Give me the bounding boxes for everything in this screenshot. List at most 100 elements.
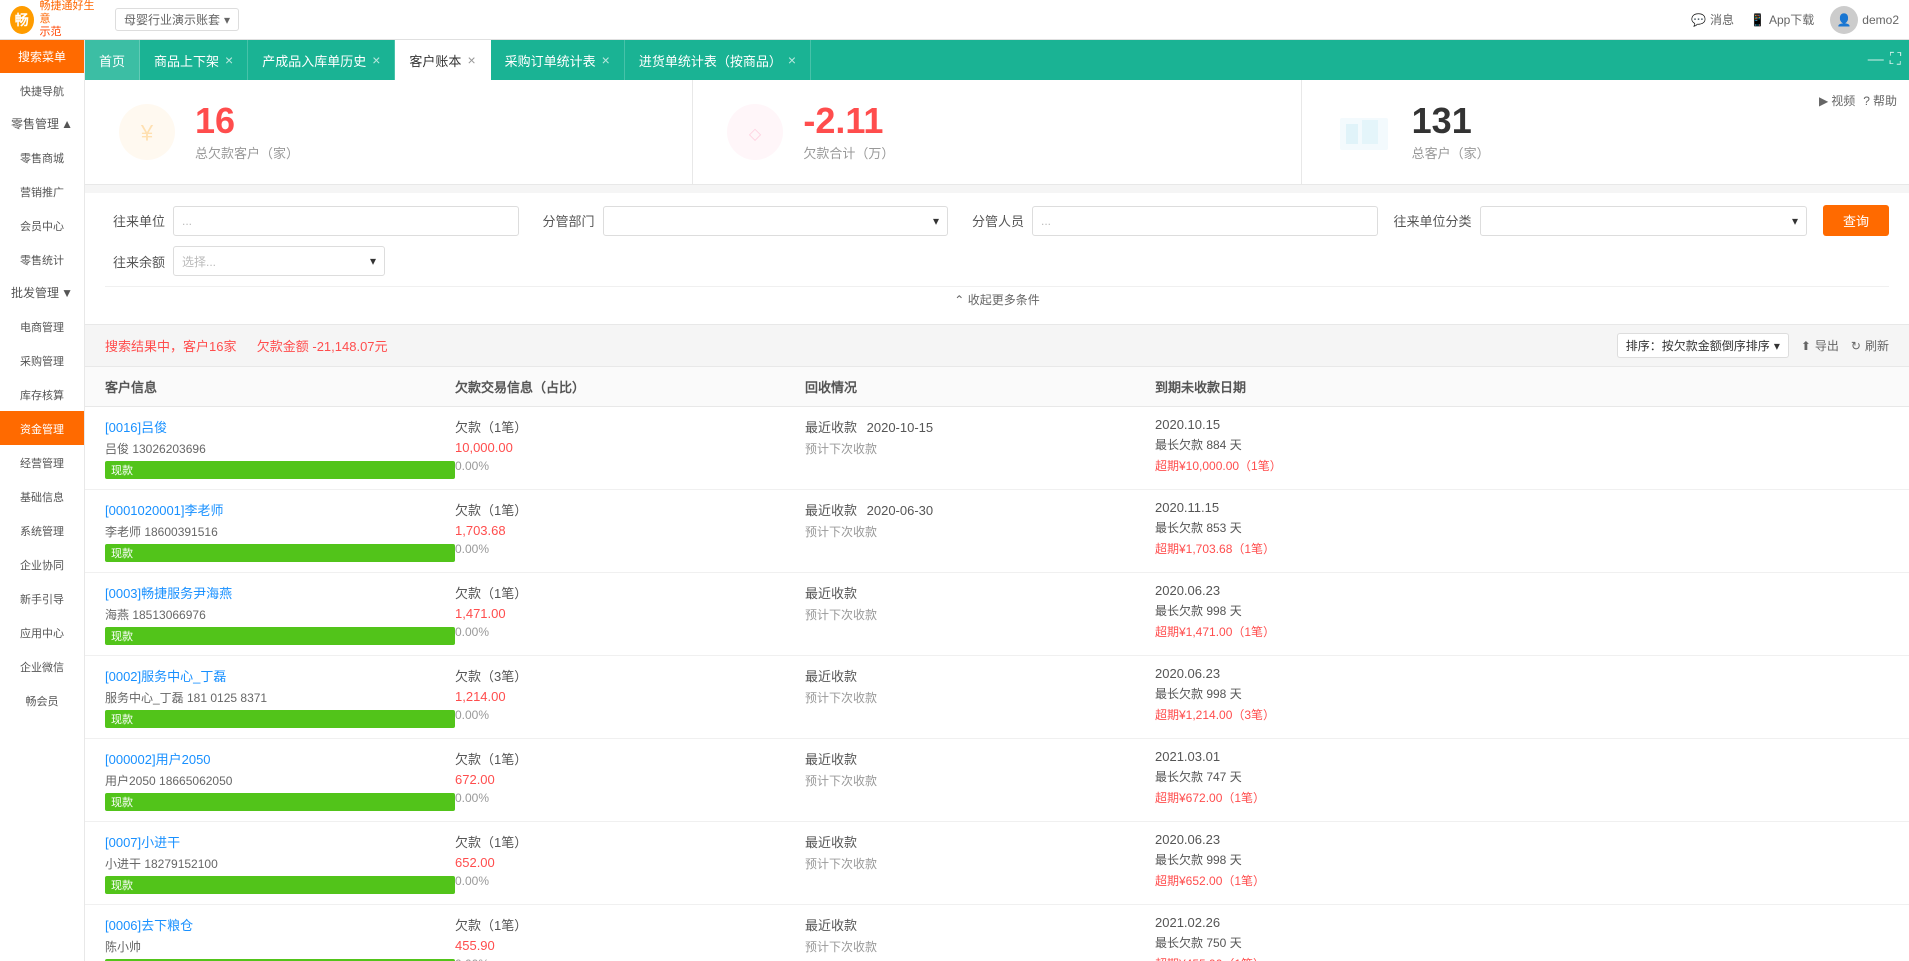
- sidebar-item-free-member[interactable]: 畅会员: [0, 683, 84, 717]
- collapse-more-filters[interactable]: ⌃ 收起更多条件: [105, 286, 1889, 312]
- debt-amount-5[interactable]: 652.00: [455, 855, 805, 870]
- top-bar-right: 💬 消息 📱 App下载 👤 demo2: [1691, 6, 1899, 34]
- tab-close-icon[interactable]: ×: [372, 53, 380, 67]
- overdue-amount-link-3[interactable]: 超期¥1,214.00（3笔）: [1155, 706, 1889, 723]
- customer-info-4: [000002]用户2050 用户2050 18665062050 现款: [105, 749, 455, 811]
- customer-info-3: [0002]服务中心_丁磊 服务中心_丁磊 181 0125 8371 现款: [105, 666, 455, 728]
- debt-amount-4[interactable]: 672.00: [455, 772, 805, 787]
- collection-info-3: 最近收款 预计下次收款: [805, 666, 1155, 706]
- sidebar-search[interactable]: 搜索菜单: [0, 40, 84, 73]
- tabs-bar: 首页 商品上下架 × 产成品入库单历史 × 客户账本 × 采购订单统计表 ×: [85, 40, 1909, 80]
- filter-dept-select[interactable]: ▾: [603, 206, 949, 236]
- sidebar-item-system[interactable]: 系统管理: [0, 513, 84, 547]
- collection-next-3: 预计下次收款: [805, 689, 1155, 706]
- tab-close-icon[interactable]: ×: [225, 53, 233, 67]
- overdue-amount-link-6[interactable]: 超期¥455.90（1笔）: [1155, 955, 1889, 961]
- collection-date-1: 最近收款 2020-06-30: [805, 500, 1155, 519]
- overdue-days-1: 最长欠款 853 天: [1155, 519, 1889, 536]
- tab-minimize-btn[interactable]: —: [1868, 51, 1884, 69]
- filter-balance-arrow-icon: ▾: [370, 254, 376, 268]
- user-avatar[interactable]: 👤 demo2: [1830, 6, 1899, 34]
- refresh-button[interactable]: ↻ 刷新: [1851, 337, 1889, 354]
- tab-customer-account[interactable]: 客户账本 ×: [395, 40, 490, 80]
- sort-arrow-icon: ▾: [1774, 339, 1780, 353]
- message-button[interactable]: 💬 消息: [1691, 11, 1734, 28]
- customer-name-link-3[interactable]: [0002]服务中心_丁磊: [105, 666, 455, 685]
- debt-count-3: 欠款（3笔）: [455, 666, 805, 685]
- filter-company-type-select[interactable]: ▾: [1480, 206, 1807, 236]
- debt-amount-1[interactable]: 1,703.68: [455, 523, 805, 538]
- sidebar-item-purchase[interactable]: 采购管理: [0, 343, 84, 377]
- customer-name-link-1[interactable]: [0001020001]李老师: [105, 500, 455, 519]
- customer-name-link-6[interactable]: [0006]去下粮仓: [105, 915, 455, 934]
- debt-amount-3[interactable]: 1,214.00: [455, 689, 805, 704]
- tab-close-icon[interactable]: ×: [602, 53, 610, 67]
- sidebar-item-marketing[interactable]: 营销推广: [0, 174, 84, 208]
- customer-name-link-2[interactable]: [0003]畅捷服务尹海燕: [105, 583, 455, 602]
- customer-name-link-0[interactable]: [0016]吕俊: [105, 417, 455, 436]
- customer-info-1: [0001020001]李老师 李老师 18600391516 现款: [105, 500, 455, 562]
- filter-company-input[interactable]: ...: [173, 206, 519, 236]
- collection-next-0: 预计下次收款: [805, 440, 1155, 457]
- filter-person-input[interactable]: ...: [1032, 206, 1378, 236]
- tab-maximize-btn[interactable]: ⛶: [1890, 51, 1901, 69]
- debt-ratio-1: 0.00%: [455, 542, 805, 556]
- video-btn[interactable]: ▶ 视频: [1819, 92, 1855, 109]
- sidebar-item-business[interactable]: 经营管理: [0, 445, 84, 479]
- overdue-days-0: 最长欠款 884 天: [1155, 436, 1889, 453]
- debt-amount-0[interactable]: 10,000.00: [455, 440, 805, 455]
- tab-purchase-stat[interactable]: 采购订单统计表 ×: [491, 40, 625, 80]
- sidebar-item-member[interactable]: 会员中心: [0, 208, 84, 242]
- sidebar-item-app-center[interactable]: 应用中心: [0, 615, 84, 649]
- sidebar-item-basic-info[interactable]: 基础信息: [0, 479, 84, 513]
- overdue-amount-link-0[interactable]: 超期¥10,000.00（1笔）: [1155, 457, 1889, 474]
- overdue-amount-link-2[interactable]: 超期¥1,471.00（1笔）: [1155, 623, 1889, 640]
- sidebar-item-ecommerce[interactable]: 电商管理: [0, 309, 84, 343]
- video-icon: ▶: [1819, 94, 1828, 108]
- export-icon: ⬆: [1801, 339, 1811, 353]
- tab-home[interactable]: 首页: [85, 40, 140, 80]
- table-row: [0001020001]李老师 李老师 18600391516 现款 欠款（1笔…: [85, 490, 1909, 573]
- debt-amount-6[interactable]: 455.90: [455, 938, 805, 953]
- tabs-right: — ⛶: [1860, 40, 1909, 80]
- sidebar-item-retail-mall[interactable]: 零售商城: [0, 140, 84, 174]
- filter-balance-select[interactable]: 选择... ▾: [173, 246, 385, 276]
- tab-close-icon[interactable]: ×: [788, 53, 796, 67]
- filter-dept-label: 分管部门: [535, 211, 595, 230]
- store-name: 母婴行业演示账套: [124, 11, 220, 28]
- sidebar-item-enterprise[interactable]: 企业协同: [0, 547, 84, 581]
- tab-product-list[interactable]: 商品上下架 ×: [140, 40, 248, 80]
- table-row: [000002]用户2050 用户2050 18665062050 现款 欠款（…: [85, 739, 1909, 822]
- help-btn[interactable]: ? 帮助: [1863, 92, 1897, 109]
- overdue-amount-link-4[interactable]: 超期¥672.00（1笔）: [1155, 789, 1889, 806]
- tab-production-history[interactable]: 产成品入库单历史 ×: [248, 40, 395, 80]
- customer-name-link-4[interactable]: [000002]用户2050: [105, 749, 455, 768]
- store-selector[interactable]: 母婴行业演示账套 ▾: [115, 8, 239, 31]
- search-menu-label: 搜索菜单: [6, 48, 78, 65]
- content-area: 首页 商品上下架 × 产成品入库单历史 × 客户账本 × 采购订单统计表 ×: [85, 40, 1909, 961]
- overdue-amount-link-1[interactable]: 超期¥1,703.68（1笔）: [1155, 540, 1889, 557]
- sidebar-item-batch-mgmt[interactable]: 批发管理 ▼: [0, 276, 84, 309]
- search-button[interactable]: 查询: [1823, 205, 1889, 236]
- filter-dept-arrow-icon: ▾: [933, 214, 939, 228]
- customer-name-link-5[interactable]: [0007]小进干: [105, 832, 455, 851]
- sidebar-item-finance[interactable]: 资金管理: [0, 411, 84, 445]
- debt-info-4: 欠款（1笔） 672.00 0.00%: [455, 749, 805, 805]
- table-row: [0016]吕俊 吕俊 13026203696 现款 欠款（1笔） 10,000…: [85, 407, 1909, 490]
- sidebar-item-retail-mgmt[interactable]: 零售管理 ▲: [0, 107, 84, 140]
- tab-incoming-stat[interactable]: 进货单统计表（按商品） ×: [625, 40, 811, 80]
- collection-date-4: 最近收款: [805, 749, 1155, 768]
- export-button[interactable]: ⬆ 导出: [1801, 337, 1839, 354]
- sidebar-item-new-guide[interactable]: 新手引导: [0, 581, 84, 615]
- sidebar-item-quick-nav[interactable]: 快捷导航: [0, 73, 84, 107]
- sidebar-item-enterprise-wechat[interactable]: 企业微信: [0, 649, 84, 683]
- overdue-info-6: 2021.02.26 最长欠款 750 天 超期¥455.90（1笔）: [1155, 915, 1889, 961]
- sort-selector[interactable]: 排序：按欠款金额倒序排序 ▾: [1617, 333, 1789, 358]
- overdue-amount-link-5[interactable]: 超期¥652.00（1笔）: [1155, 872, 1889, 889]
- debt-amount-2[interactable]: 1,471.00: [455, 606, 805, 621]
- tab-close-icon[interactable]: ×: [467, 53, 475, 67]
- app-download-button[interactable]: 📱 App下载: [1750, 11, 1814, 28]
- customer-tag-2: 现款: [105, 627, 455, 645]
- sidebar-item-retail-stat[interactable]: 零售统计: [0, 242, 84, 276]
- sidebar-item-inventory[interactable]: 库存核算: [0, 377, 84, 411]
